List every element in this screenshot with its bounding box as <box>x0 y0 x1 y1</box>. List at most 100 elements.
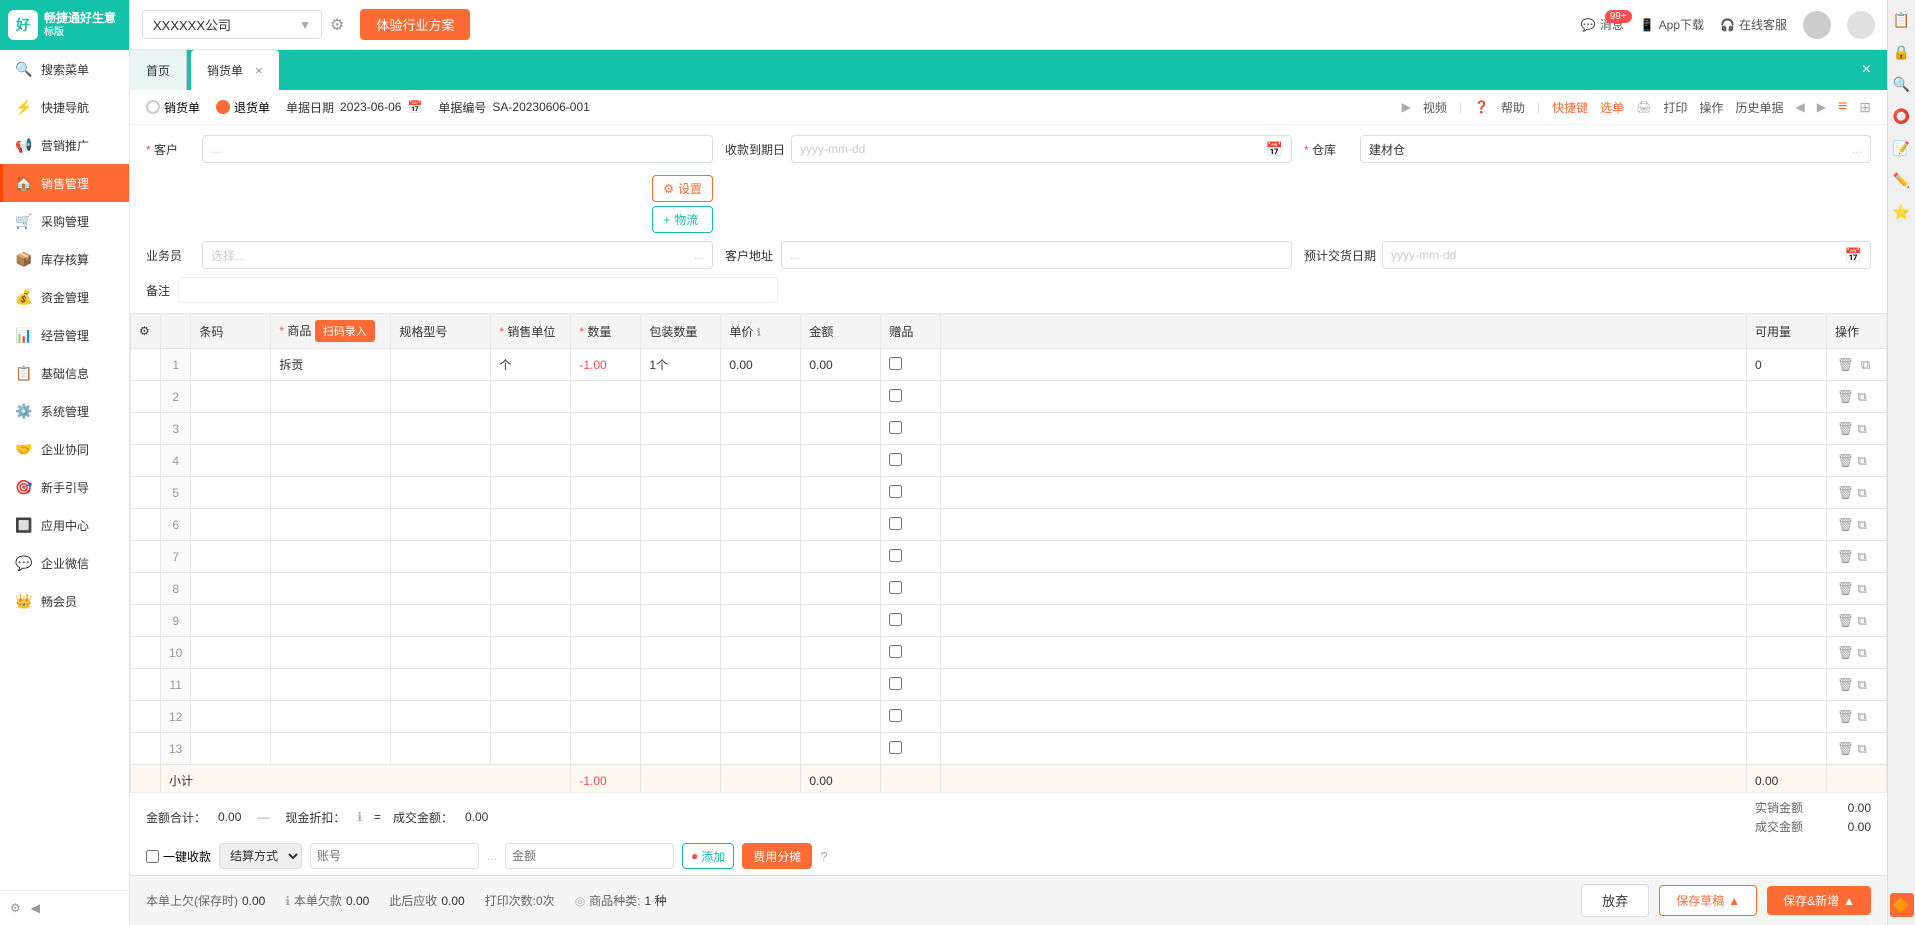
expected-date-input[interactable]: yyyy-mm-dd 📅 <box>1382 241 1871 269</box>
account-input[interactable] <box>310 843 479 869</box>
copy-row-button[interactable]: ⧉ <box>1856 387 1869 407</box>
delete-row-button[interactable]: 🗑 <box>1835 419 1856 439</box>
copy-row-button[interactable]: ⧉ <box>1856 483 1869 503</box>
discard-button[interactable]: 放弃 <box>1581 884 1649 917</box>
collapse-icon[interactable]: ◀ <box>31 901 40 915</box>
gift-checkbox[interactable] <box>889 581 902 594</box>
gift-checkbox[interactable] <box>889 741 902 754</box>
print-tool[interactable]: 打印 <box>1663 99 1687 116</box>
sidebar-item-finance[interactable]: 💰 资金管理 <box>0 278 129 316</box>
operate-tool[interactable]: 操作 <box>1699 99 1723 116</box>
sidebar-item-wechat[interactable]: 💬 企业微信 <box>0 544 129 582</box>
video-tool[interactable]: 视频 <box>1423 99 1447 116</box>
message-item[interactable]: 💬 消息 99+ <box>1581 16 1624 33</box>
copy-row-button[interactable]: ⧉ <box>1856 675 1869 695</box>
memo-input[interactable] <box>178 277 778 303</box>
help-icon2[interactable]: ? <box>820 849 827 864</box>
salesperson-input[interactable]: 选择... ... <box>202 241 713 269</box>
gift-checkbox[interactable] <box>889 421 902 434</box>
delete-row-button[interactable]: 🗑 <box>1835 547 1856 567</box>
sidebar-item-apps[interactable]: 🔲 应用中心 <box>0 506 129 544</box>
select-tool[interactable]: 选单 <box>1600 99 1624 116</box>
copy-row-button[interactable]: ⧉ <box>1856 739 1869 759</box>
gift-checkbox[interactable] <box>889 549 902 562</box>
app-download-item[interactable]: 📱 App下载 <box>1640 16 1704 33</box>
one-click-checkbox[interactable] <box>146 850 159 863</box>
customer-input[interactable]: ... <box>202 135 713 163</box>
delete-row-button[interactable]: 🗑 <box>1835 451 1856 471</box>
price-info-icon[interactable]: ℹ <box>757 327 761 339</box>
next-doc-icon[interactable]: ▶ <box>1817 100 1826 114</box>
settings-button[interactable]: ⚙ 设置 <box>652 175 713 202</box>
user-avatar2[interactable] <box>1847 11 1875 39</box>
window-close-icon[interactable]: × <box>1862 61 1871 78</box>
gift-checkbox[interactable] <box>889 389 902 402</box>
trial-button[interactable]: 体验行业方案 <box>360 9 470 40</box>
add-payment-button[interactable]: ● 添加 <box>682 843 734 869</box>
sidebar-item-system[interactable]: ⚙️ 系统管理 <box>0 392 129 430</box>
copy-row-button[interactable]: ⧉ <box>1856 515 1869 535</box>
copy-row-button[interactable]: ⧉ <box>1856 419 1869 439</box>
scan-button[interactable]: 扫码录入 <box>315 320 375 342</box>
sidebar-item-sales[interactable]: 🏠 销售管理 <box>0 164 129 202</box>
address-input[interactable]: ... <box>781 241 1292 269</box>
row-spec[interactable] <box>391 349 491 381</box>
row-packqty[interactable]: 1个 <box>641 349 721 381</box>
one-click-payment[interactable]: 一键收款 <box>146 848 211 865</box>
user-avatar[interactable] <box>1803 11 1831 39</box>
copy-row-button[interactable]: ⧉ <box>1856 451 1869 471</box>
row-unit[interactable]: 个 <box>491 349 571 381</box>
delete-row-button[interactable]: 🗑 <box>1835 483 1856 503</box>
online-service-item[interactable]: 🎧 在线客服 <box>1720 16 1787 33</box>
gift-checkbox[interactable] <box>889 517 902 530</box>
calendar-icon[interactable]: 📅 <box>407 100 422 114</box>
sidebar-item-purchase[interactable]: 🛒 采购管理 <box>0 202 129 240</box>
sidebar-item-inventory[interactable]: 📦 库存核算 <box>0 240 129 278</box>
gift-checkbox[interactable] <box>889 613 902 626</box>
gift-checkbox[interactable] <box>889 485 902 498</box>
logistics-button[interactable]: + 物流 <box>652 206 713 233</box>
radio-return[interactable]: 退货单 <box>216 99 270 116</box>
row-gift[interactable] <box>881 349 941 381</box>
history-tool[interactable]: 历史单据 <box>1735 99 1783 116</box>
row-barcode[interactable] <box>191 349 271 381</box>
list-view-icon[interactable]: ≡ <box>1838 98 1847 116</box>
company-selector[interactable]: XXXXXX公司 ▼ <box>142 10 322 39</box>
right-panel-icon-1[interactable]: 📋 <box>1890 8 1914 32</box>
current-owe-icon[interactable]: ℹ <box>285 894 290 908</box>
save-new-button[interactable]: 保存&新增 ▲ <box>1767 886 1871 915</box>
payment-due-input[interactable]: yyyy-mm-dd 📅 <box>791 135 1292 163</box>
delete-row-button[interactable]: 🗑 <box>1835 707 1856 727</box>
prev-doc-icon[interactable]: ◀ <box>1795 100 1804 114</box>
row-amount[interactable]: 0.00 <box>801 349 881 381</box>
row-product[interactable]: 拆贡 <box>271 349 391 381</box>
th-settings[interactable]: ⚙ <box>131 314 161 349</box>
copy-row-button[interactable]: ⧉ <box>1856 611 1869 631</box>
sidebar-item-operation[interactable]: 📊 经营管理 <box>0 316 129 354</box>
delete-row-button[interactable]: 🗑 <box>1835 739 1856 759</box>
right-panel-icon-8[interactable]: 🔶 <box>1890 893 1914 917</box>
calc-method-select[interactable]: 结算方式 <box>219 843 302 869</box>
sidebar-item-marketing[interactable]: 📢 营销推广 <box>0 126 129 164</box>
tab-close-icon[interactable]: × <box>255 63 263 78</box>
sidebar-item-guide[interactable]: 🎯 新手引导 <box>0 468 129 506</box>
right-panel-icon-5[interactable]: 📝 <box>1890 136 1914 160</box>
sidebar-item-quick-nav[interactable]: ⚡ 快捷导航 <box>0 88 129 126</box>
delete-row-button[interactable]: 🗑 <box>1835 611 1856 631</box>
sidebar-item-base[interactable]: 📋 基础信息 <box>0 354 129 392</box>
warehouse-input[interactable]: 建材仓 ... <box>1360 135 1871 163</box>
settings-icon[interactable]: ⚙ <box>330 15 344 35</box>
help-icon[interactable]: ℹ <box>357 810 362 824</box>
expense-split-button[interactable]: 费用分摊 <box>742 843 812 869</box>
row-price[interactable]: 0.00 <box>721 349 801 381</box>
sidebar-item-member[interactable]: 👑 畅会员 <box>0 582 129 620</box>
tab-home[interactable]: 首页 <box>130 50 187 90</box>
gift-checkbox[interactable] <box>889 357 902 370</box>
radio-sales[interactable]: 销货单 <box>146 99 200 116</box>
delete-row-button[interactable]: 🗑 <box>1835 579 1856 599</box>
copy-row-button[interactable]: ⧉ <box>1856 579 1869 599</box>
settings-icon[interactable]: ⚙ <box>10 901 21 915</box>
right-panel-icon-6[interactable]: ✏️ <box>1890 168 1914 192</box>
delete-row-button[interactable]: 🗑 <box>1835 355 1856 375</box>
gift-checkbox[interactable] <box>889 645 902 658</box>
